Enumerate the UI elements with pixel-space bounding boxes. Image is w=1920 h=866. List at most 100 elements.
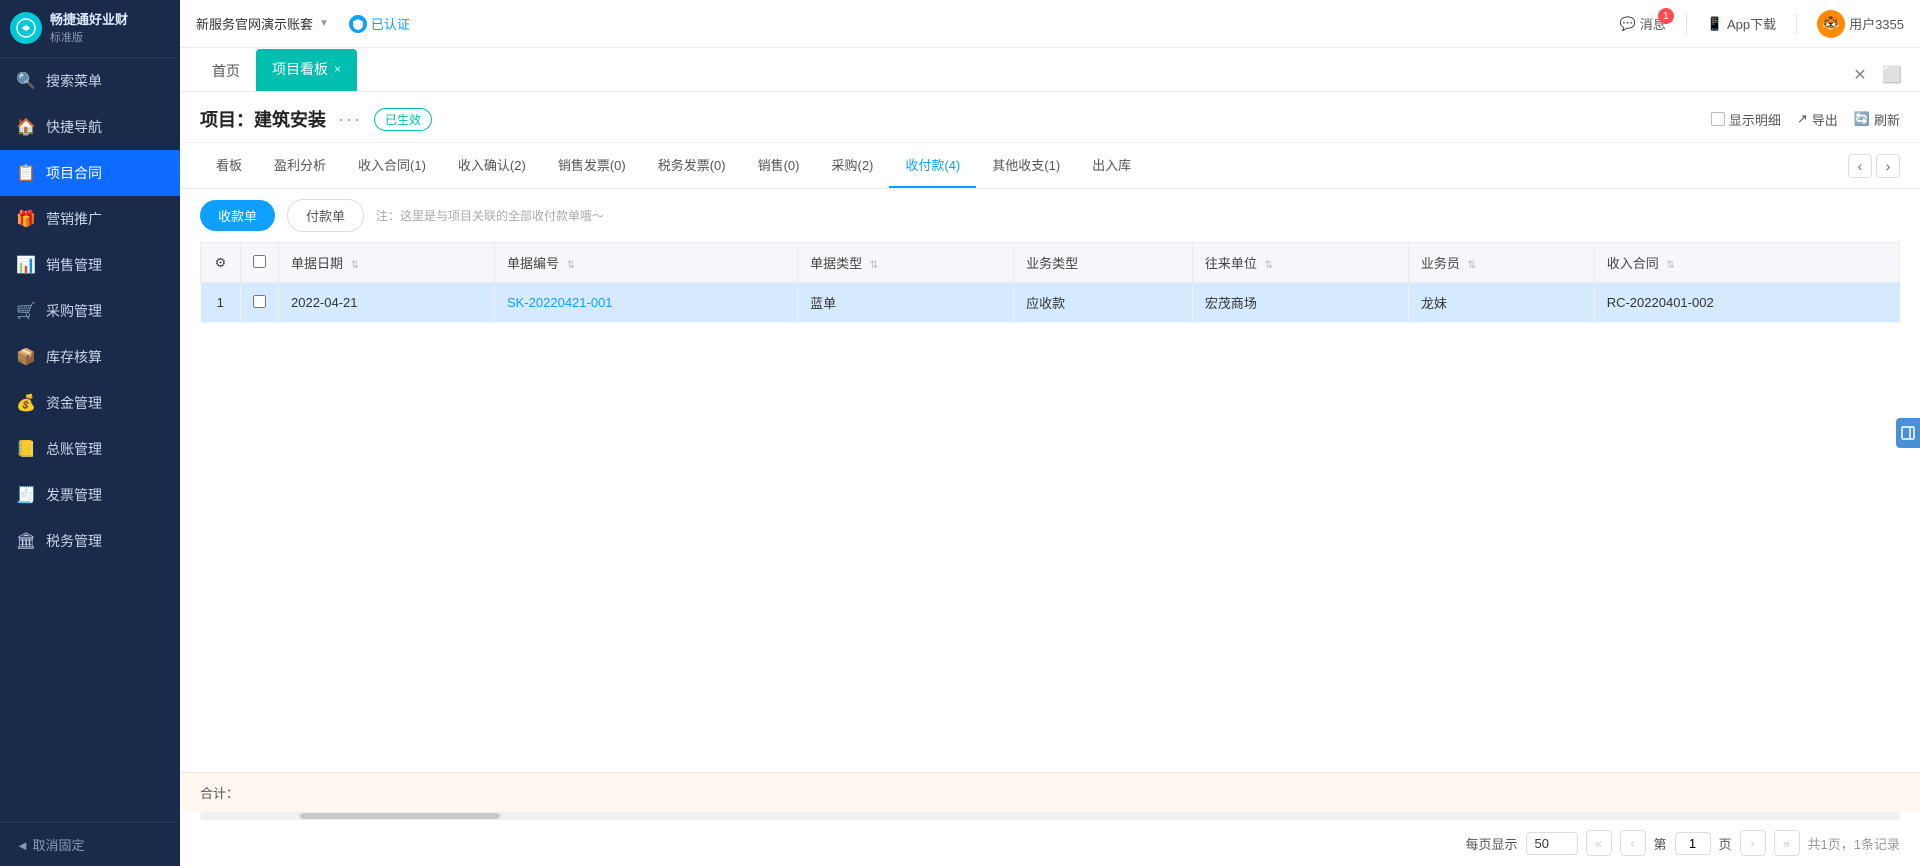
certified-badge: 已认证: [349, 14, 410, 33]
biz-type-column-header: 业务类型: [1014, 243, 1193, 283]
number-column-header[interactable]: 单据编号 ⇅: [495, 243, 798, 283]
sub-tab-income-confirm-label: 收入确认(2): [458, 158, 526, 173]
project-header: 项目：建筑安装 ··· 已生效 显示明细 ↗ 导出 🔄 刷新: [180, 92, 1920, 143]
type-column-header[interactable]: 单据类型 ⇅: [798, 243, 1014, 283]
prev-page-button[interactable]: ‹: [1620, 830, 1646, 856]
total-info: 共1页，1条记录: [1808, 834, 1900, 853]
sub-tabs: 看板 盈利分析 收入合同(1) 收入确认(2) 销售发票(0) 税务发票(0) …: [180, 143, 1920, 189]
maximize-button[interactable]: ⬜: [1880, 63, 1904, 87]
sub-tabs-next-button[interactable]: ›: [1876, 154, 1900, 178]
sub-tabs-prev-button[interactable]: ‹: [1848, 154, 1872, 178]
sub-tab-income-contract[interactable]: 收入合同(1): [342, 143, 442, 188]
sidebar-item-marketing[interactable]: 🎁 营销推广: [0, 196, 180, 242]
sidebar-item-search[interactable]: 🔍 搜索菜单: [0, 58, 180, 104]
sidebar-item-invoice[interactable]: 🧾 发票管理: [0, 472, 180, 518]
sidebar-item-shortcut[interactable]: 🏠 快捷导航: [0, 104, 180, 150]
phone-icon: 📱: [1707, 16, 1723, 32]
close-button[interactable]: ✕: [1848, 63, 1872, 87]
search-icon: 🔍: [16, 71, 36, 91]
sub-tab-kanban[interactable]: 看板: [200, 143, 258, 188]
per-page-select[interactable]: 50 100 200: [1526, 832, 1578, 855]
sidebar-item-label: 营销推广: [46, 209, 102, 229]
sidebar-item-inventory[interactable]: 📦 库存核算: [0, 334, 180, 380]
divider: [1796, 14, 1797, 34]
scrollbar-thumb[interactable]: [300, 813, 500, 819]
sidebar-item-purchase[interactable]: 🛒 采购管理: [0, 288, 180, 334]
sub-tab-income-confirm[interactable]: 收入确认(2): [442, 143, 542, 188]
side-panel-button[interactable]: [1896, 418, 1920, 448]
row-checkbox[interactable]: [241, 283, 279, 323]
horizontal-scrollbar[interactable]: [200, 812, 1900, 820]
topbar: 新服务官网演示账套 ▼ 已认证 💬 消息 1 📱 App下载: [180, 0, 1920, 48]
checkbox-column-header[interactable]: [241, 243, 279, 283]
more-options-button[interactable]: ···: [338, 109, 362, 130]
row-income-contract: RC-20220401-002: [1594, 283, 1899, 323]
home-icon: 🏠: [16, 117, 36, 137]
export-button[interactable]: ↗ 导出: [1797, 110, 1838, 129]
row-date: 2022-04-21: [279, 283, 495, 323]
next-page-button[interactable]: ›: [1740, 830, 1766, 856]
money-icon: 💰: [16, 393, 36, 413]
table-row[interactable]: 1 2022-04-21 SK-20220421-001 蓝单 应收款 宏茂商场…: [201, 283, 1900, 323]
sub-tab-sales[interactable]: 销售(0): [742, 143, 816, 188]
date-column-header[interactable]: 单据日期 ⇅: [279, 243, 495, 283]
project-title: 项目：建筑安装: [200, 106, 326, 132]
last-page-button[interactable]: »: [1774, 830, 1800, 856]
first-page-button[interactable]: «: [1586, 830, 1612, 856]
checkbox-icon: [1711, 112, 1725, 126]
tabbar: 首页 项目看板 × ✕ ⬜: [180, 48, 1920, 92]
sub-tab-other-expenses[interactable]: 其他收支(1): [976, 143, 1076, 188]
sub-tab-sales-invoice[interactable]: 销售发票(0): [542, 143, 642, 188]
project-actions: 显示明细 ↗ 导出 🔄 刷新: [1711, 110, 1900, 129]
tab-home[interactable]: 首页: [196, 51, 256, 91]
topbar-actions: 💬 消息 1 📱 App下载 🐯 用户3355: [1620, 10, 1904, 38]
sub-tab-inout[interactable]: 出入库: [1076, 143, 1147, 188]
gear-icon: ⚙: [215, 255, 227, 270]
refresh-icon: 🔄: [1854, 111, 1870, 127]
project-icon: 📋: [16, 163, 36, 183]
income-contract-column-header[interactable]: 收入合同 ⇅: [1594, 243, 1899, 283]
page-number-input[interactable]: [1675, 832, 1711, 855]
receipt-icon: 🧾: [16, 485, 36, 505]
sidebar-item-capital[interactable]: 💰 资金管理: [0, 380, 180, 426]
sub-tab-receipts-label: 收付款(4): [905, 158, 960, 173]
row-number[interactable]: SK-20220421-001: [495, 283, 798, 323]
app-download-label: App下载: [1727, 14, 1776, 33]
select-all-checkbox[interactable]: [253, 255, 266, 268]
filter-note: 注：这里是与项目关联的全部收付款单哦～: [376, 207, 604, 224]
payments-filter-button[interactable]: 付款单: [287, 199, 364, 232]
sidebar-item-ledger[interactable]: 📒 总账管理: [0, 426, 180, 472]
user-profile[interactable]: 🐯 用户3355: [1817, 10, 1904, 38]
document-number-link[interactable]: SK-20220421-001: [507, 295, 613, 310]
account-selector[interactable]: 新服务官网演示账套 ▼: [196, 14, 329, 33]
tab-project-board-label: 项目看板: [272, 59, 328, 79]
main-area: 新服务官网演示账套 ▼ 已认证 💬 消息 1 📱 App下载: [180, 0, 1920, 866]
company-column-header[interactable]: 往来单位 ⇅: [1192, 243, 1408, 283]
tab-close-icon[interactable]: ×: [334, 62, 341, 76]
data-table-container: ⚙ 单据日期 ⇅ 单据编号 ⇅: [180, 242, 1920, 772]
box-icon: 📦: [16, 347, 36, 367]
unpin-button[interactable]: ◄ 取消固定: [0, 822, 180, 866]
total-label: 合计：: [200, 786, 239, 801]
salesman-column-header[interactable]: 业务员 ⇅: [1408, 243, 1594, 283]
sub-tab-tax-invoice[interactable]: 税务发票(0): [642, 143, 742, 188]
sub-tab-purchase[interactable]: 采购(2): [815, 143, 889, 188]
sub-tab-kanban-label: 看板: [216, 158, 242, 173]
filter-bar: 收款单 付款单 注：这里是与项目关联的全部收付款单哦～: [180, 189, 1920, 242]
sidebar-item-project[interactable]: 📋 项目合同: [0, 150, 180, 196]
app-download-button[interactable]: 📱 App下载: [1707, 14, 1776, 33]
sub-tab-receipts[interactable]: 收付款(4): [889, 143, 976, 188]
messages-button[interactable]: 💬 消息 1: [1620, 14, 1666, 33]
refresh-button[interactable]: 🔄 刷新: [1854, 110, 1900, 129]
row-select-checkbox[interactable]: [253, 295, 266, 308]
show-detail-checkbox[interactable]: 显示明细: [1711, 110, 1781, 129]
sub-tab-profit[interactable]: 盈利分析: [258, 143, 342, 188]
sub-tab-tax-invoice-label: 税务发票(0): [658, 158, 726, 173]
sidebar-item-tax[interactable]: 🏛 税务管理: [0, 518, 180, 564]
tab-project-board[interactable]: 项目看板 ×: [256, 49, 357, 91]
chart-icon: 📊: [16, 255, 36, 275]
settings-column-header[interactable]: ⚙: [201, 243, 241, 283]
sub-tab-sales-invoice-label: 销售发票(0): [558, 158, 626, 173]
sidebar-item-sales[interactable]: 📊 销售管理: [0, 242, 180, 288]
receipts-filter-button[interactable]: 收款单: [200, 200, 275, 231]
